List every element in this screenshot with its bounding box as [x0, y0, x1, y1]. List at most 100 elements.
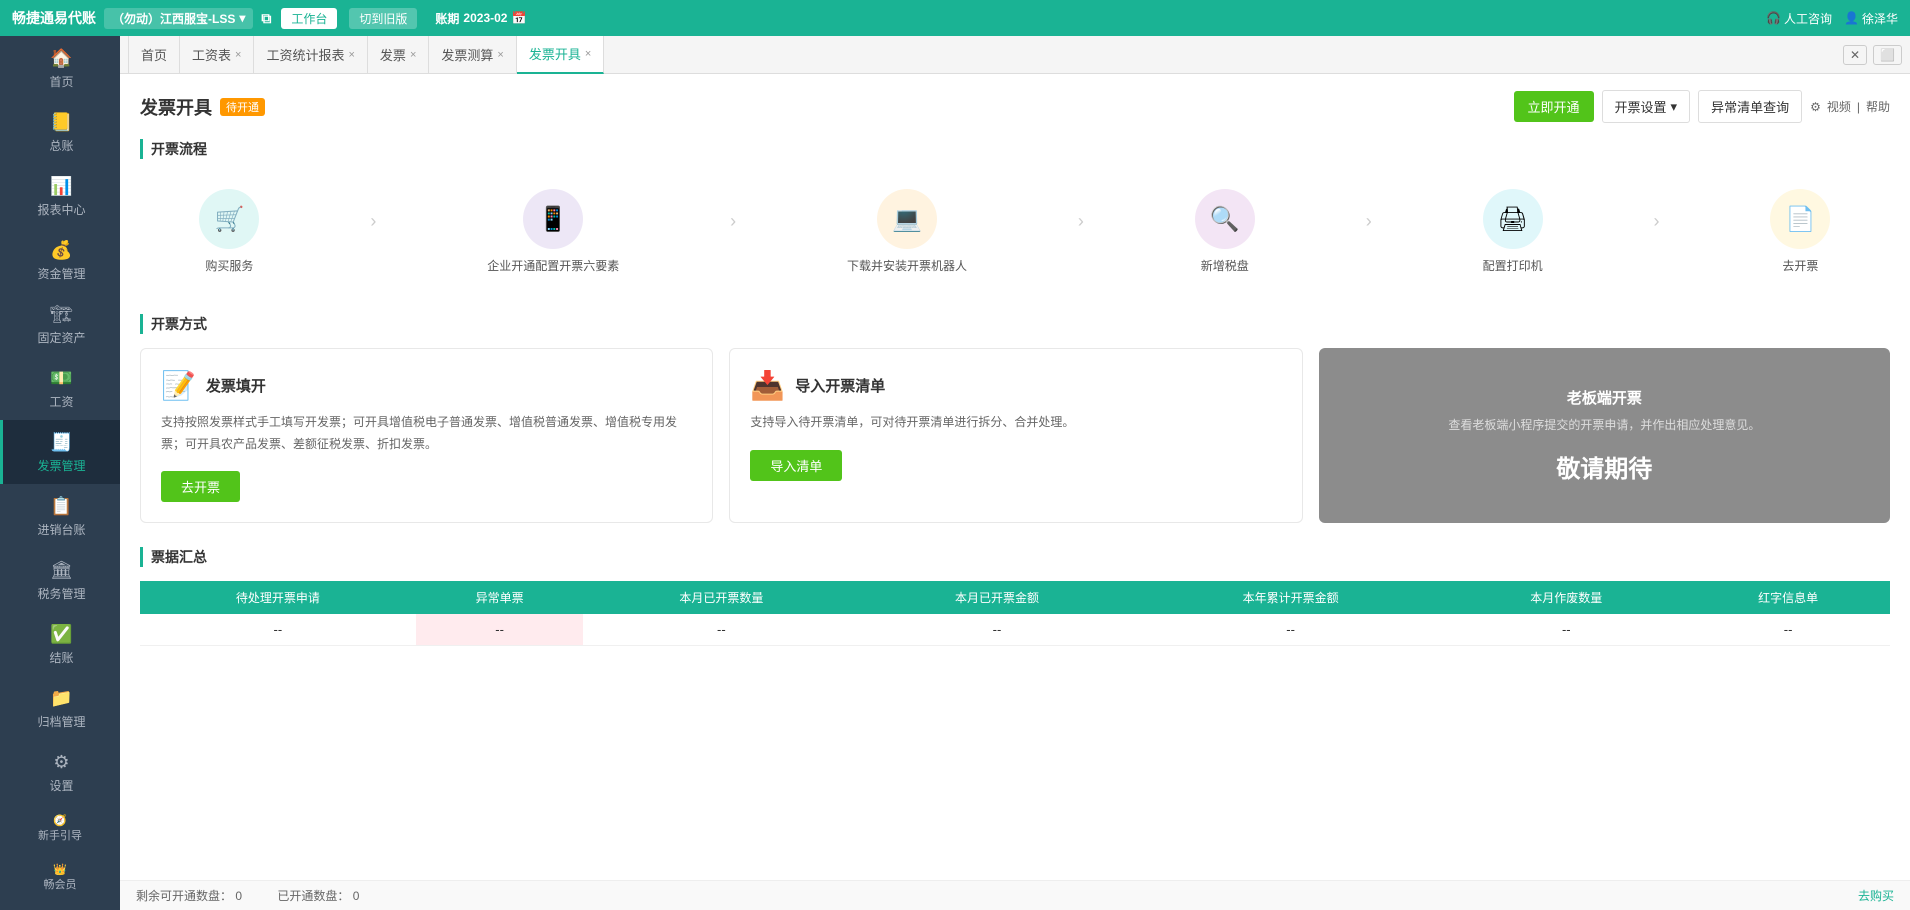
tab-label: 发票开具 — [529, 44, 581, 63]
sidebar-label: 归档管理 — [37, 713, 85, 730]
sidebar-label: 固定资产 — [37, 329, 85, 346]
restore-button[interactable]: ⬜ — [1873, 45, 1902, 65]
open-now-button[interactable]: 立即开通 — [1514, 91, 1594, 122]
tab-salary-stats[interactable]: 工资统计报表× — [254, 36, 367, 74]
page-header: 发票开具 待开通 立即开通 开票设置 ▾ 异常清单查询 ⚙ 视频 | 帮助 — [140, 90, 1890, 123]
arrow-icon: › — [1366, 211, 1372, 232]
sidebar-item-funds[interactable]: 💰 资金管理 — [0, 228, 120, 292]
tab-home[interactable]: 首页 — [128, 36, 180, 74]
buy-link[interactable]: 去购买 — [1858, 887, 1894, 904]
invoice-methods: 📝 发票填开 支持按照发票样式手工填写开发票；可开具增值税电子普通发票、增值税普… — [140, 348, 1890, 523]
tab-close-invoice-tool[interactable]: × — [585, 48, 591, 60]
import-card-title: 导入开票清单 — [795, 375, 885, 396]
view-link[interactable]: 视频 — [1827, 98, 1851, 115]
abnormal-query-button[interactable]: 异常清单查询 — [1698, 90, 1802, 123]
tab-close-invoice[interactable]: × — [410, 49, 416, 61]
funds-icon: 💰 — [50, 240, 72, 261]
help-link[interactable]: 帮助 — [1866, 98, 1890, 115]
summary-table: 待处理开票申请异常单票本月已开票数量本月已开票金额本年累计开票金额本月作废数量红… — [140, 581, 1890, 646]
sidebar-label: 发票管理 — [37, 457, 85, 474]
guide-icon: 🧭 — [53, 814, 67, 827]
sidebar-item-ledger[interactable]: 📒总账 — [0, 100, 120, 164]
tab-close-salary-stats[interactable]: × — [348, 49, 354, 61]
sidebar-item-salary[interactable]: 💵工资 — [0, 356, 120, 420]
sidebar-footer-item-member[interactable]: 👑畅会员 — [0, 853, 120, 902]
chevron-down-icon: ▾ — [239, 11, 245, 25]
sidebar-item-home[interactable]: 🏠首页 — [0, 36, 120, 100]
sidebar-item-reports[interactable]: 📊 报表中心 — [0, 164, 120, 228]
sidebar: 🏠首页📒总账📊报表中心💰资金管理🏗固定资产💵工资🧾发票管理📋进销台账🏛税务管理✅… — [0, 36, 120, 910]
period-label: 账期 2023-02 📅 — [435, 10, 526, 27]
sidebar-label: 资金管理 — [37, 265, 85, 282]
tab-close-invoice-calc[interactable]: × — [497, 49, 503, 61]
arrow-icon: › — [1654, 211, 1660, 232]
sidebar-footer-item-guide[interactable]: 🧭新手引导 — [0, 804, 120, 853]
import-list-button[interactable]: 导入清单 — [750, 450, 842, 481]
summary-col-header: 本月作废数量 — [1446, 581, 1686, 614]
fill-card-desc: 支持按照发票样式手工填写开发票；可开具增值税电子普通发票、增值税普通发票、增值税… — [161, 412, 692, 455]
tab-invoice[interactable]: 发票 × — [368, 36, 429, 74]
status-badge: 待开通 — [220, 98, 265, 116]
sidebar-item-archive[interactable]: 📁 归档管理 — [0, 676, 120, 740]
tab-invoice-tool[interactable]: 发票开具 × — [517, 36, 604, 74]
top-bar-right: 🎧 人工咨询 👤 徐泽华 — [1766, 10, 1898, 27]
process-flow: 🛒 购买服务 › 📱 企业开通配置开票六要素 › 💻 下载并安装开票机器人 › … — [140, 173, 1890, 290]
fill-card-header: 📝 发票填开 — [161, 369, 692, 402]
tab-salary-table[interactable]: 工资表 × — [180, 36, 254, 74]
reports-icon: 📊 — [50, 176, 72, 197]
calendar-icon[interactable]: 📅 — [511, 11, 526, 25]
assets-icon: 🏗 — [50, 304, 73, 325]
sidebar-item-assets[interactable]: 🏗 固定资产 — [0, 292, 120, 356]
summary-col-header: 本月已开票金额 — [859, 581, 1135, 614]
summary-col-header: 本月已开票数量 — [583, 581, 859, 614]
settle-icon: ✅ — [50, 624, 72, 645]
issue-invoice-icon: 📄 — [1770, 189, 1830, 249]
user-avatar[interactable]: 👤 徐泽华 — [1844, 10, 1898, 27]
boss-invoice-card: 老板端开票 查看老板端小程序提交的开票申请，并作出相应处理意见。 敬请期待 — [1319, 348, 1890, 523]
enterprise-setup-icon: 📱 — [523, 189, 583, 249]
boss-card-title: 老板端开票 — [1567, 387, 1642, 408]
copy-icon[interactable]: ⧉ — [261, 10, 271, 27]
person-icon: 👤 — [1844, 11, 1859, 25]
summary-section: 票据汇总 待处理开票申请异常单票本月已开票数量本月已开票金额本年累计开票金额本月… — [140, 547, 1890, 646]
chevron-down-icon: ▾ — [1671, 99, 1678, 115]
pin-toggle[interactable]: ↑↓取消固定 — [0, 902, 120, 910]
fill-card-title: 发票填开 — [206, 375, 266, 396]
settings-button[interactable]: 开票设置 ▾ — [1602, 90, 1691, 123]
app-logo: 畅捷通易代账 — [12, 8, 96, 28]
sidebar-item-settings[interactable]: ⚙设置 — [0, 740, 120, 804]
sidebar-label: 总账 — [49, 137, 73, 154]
tab-label: 工资表 — [192, 45, 231, 64]
close-all-button[interactable]: ✕ — [1843, 45, 1867, 65]
header-actions: 立即开通 开票设置 ▾ 异常清单查询 ⚙ 视频 | 帮助 — [1514, 90, 1891, 123]
sidebar-item-purchase[interactable]: 📋进销台账 — [0, 484, 120, 548]
workspace-button[interactable]: 工作台 — [281, 8, 337, 29]
customer-service[interactable]: 🎧 人工咨询 — [1766, 10, 1832, 27]
content-area: 首页工资表×工资统计报表×发票×发票测算×发票开具× ✕ ⬜ 发票开具 待开通 … — [120, 36, 1910, 910]
archive-icon: 📁 — [50, 688, 72, 709]
top-bar-left: 畅捷通易代账 （勿动）江西服宝-LSS ▾ ⧉ 工作台 切到旧版 账期 2023… — [12, 8, 526, 29]
tab-label: 发票 — [380, 45, 406, 64]
tab-close-salary-table[interactable]: × — [235, 49, 241, 61]
boss-coming-soon: 敬请期待 — [1556, 449, 1652, 484]
process-step-download-robot: 💻 下载并安装开票机器人 — [847, 189, 967, 274]
sidebar-item-invoice[interactable]: 🧾发票管理 — [0, 420, 120, 484]
company-selector[interactable]: （勿动）江西服宝-LSS ▾ — [104, 8, 253, 29]
switch-old-button[interactable]: 切到旧版 — [349, 8, 417, 29]
sidebar-item-settle[interactable]: ✅结账 — [0, 612, 120, 676]
go-issue-button[interactable]: 去开票 — [161, 471, 240, 502]
tab-invoice-calc[interactable]: 发票测算× — [429, 36, 516, 74]
process-step-enterprise-setup: 📱 企业开通配置开票六要素 — [487, 189, 619, 274]
sidebar-label: 报表中心 — [37, 201, 85, 218]
tax-icon: 🏛 — [50, 560, 73, 581]
opened-value: 0 — [353, 889, 360, 903]
buy-service-icon: 🛒 — [199, 189, 259, 249]
sidebar-item-tax[interactable]: 🏛税务管理 — [0, 548, 120, 612]
sidebar-label: 进销台账 — [37, 521, 85, 538]
arrow-icon: › — [370, 211, 376, 232]
member-icon: 👑 — [53, 863, 67, 876]
invoice-methods-title: 开票方式 — [140, 314, 1890, 334]
enterprise-setup-label: 企业开通配置开票六要素 — [487, 257, 619, 274]
company-name: （勿动）江西服宝-LSS — [112, 10, 235, 27]
headset-icon: 🎧 — [1766, 11, 1781, 25]
